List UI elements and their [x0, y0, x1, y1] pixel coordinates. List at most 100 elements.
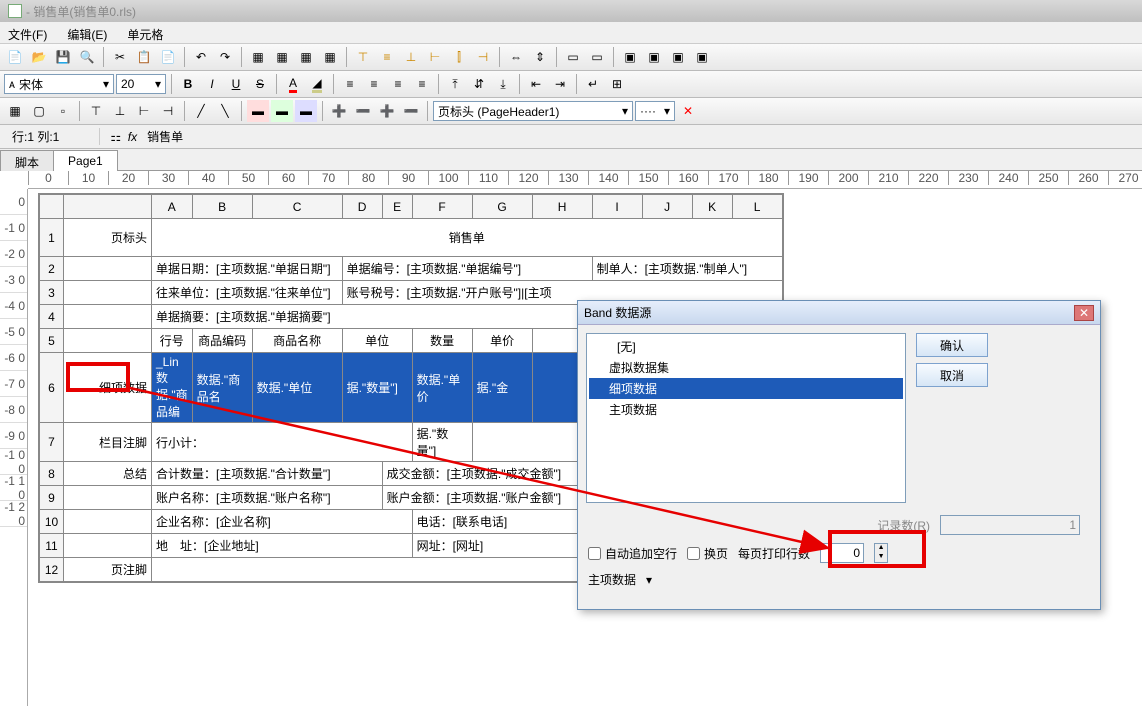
title-bar: - 销售单(销售单0.rls): [0, 0, 1142, 22]
undo-icon[interactable]: ↶: [190, 46, 212, 68]
open-icon[interactable]: 📂: [28, 46, 50, 68]
app-icon: [8, 4, 22, 18]
wrap-icon[interactable]: ↵: [582, 73, 604, 95]
fx-icon[interactable]: ⚏ fx: [110, 130, 137, 144]
align-left2-icon[interactable]: ⊢: [424, 46, 446, 68]
tree-item-detail[interactable]: 细项数据: [589, 378, 903, 399]
diag1-icon[interactable]: ╱: [190, 100, 212, 122]
auto-blank-checkbox[interactable]: 自动追加空行: [588, 545, 677, 562]
menu-bar: 文件(F) 编辑(E) 单元格: [0, 22, 1142, 44]
border-none-icon[interactable]: ▫: [52, 100, 74, 122]
cancel-button[interactable]: 取消: [916, 363, 988, 387]
formula-text[interactable]: 销售单: [147, 128, 183, 145]
border-left-icon[interactable]: ⊢: [133, 100, 155, 122]
delete-col-icon[interactable]: ➖: [400, 100, 422, 122]
record-count-input: [940, 515, 1080, 535]
menu-cell[interactable]: 单元格: [123, 24, 167, 41]
rows-spinner[interactable]: ▲▼: [874, 543, 888, 563]
new-icon[interactable]: 📄: [4, 46, 26, 68]
page-break-checkbox[interactable]: 换页: [687, 545, 728, 562]
grid4-icon[interactable]: ▦: [319, 46, 341, 68]
master-data-combo[interactable]: ▾: [646, 573, 826, 587]
valign-bot-icon[interactable]: ⤓: [492, 73, 514, 95]
align-right-icon[interactable]: ≡: [387, 73, 409, 95]
align-top-icon[interactable]: ⊤: [352, 46, 374, 68]
diag2-icon[interactable]: ╲: [214, 100, 236, 122]
border-top-icon[interactable]: ⊤: [85, 100, 107, 122]
rows-per-page-input[interactable]: [820, 543, 864, 563]
row-1: 1页标头销售单: [40, 219, 783, 257]
layer1-icon[interactable]: ▣: [619, 46, 641, 68]
delete-row-icon[interactable]: ➖: [352, 100, 374, 122]
grid1-icon[interactable]: ▦: [247, 46, 269, 68]
row-2: 2单据日期：[主项数据."单据日期"]单据编号：[主项数据."单据编号"]制单人…: [40, 257, 783, 281]
align-justify-icon[interactable]: ≡: [411, 73, 433, 95]
align-right2-icon[interactable]: ⊣: [472, 46, 494, 68]
toolbar-main: 📄 📂 💾 🔍 ✂ 📋 📄 ↶ ↷ ▦ ▦ ▦ ▦ ⊤ ≡ ⊥ ⊢ ⫿ ⊣ ⇔ …: [0, 44, 1142, 71]
toolbar-border: ▦ ▢ ▫ ⊤ ⊥ ⊢ ⊣ ╱ ╲ ▬ ▬ ▬ ➕ ➖ ➕ ➖ 页标头 (Pag…: [0, 98, 1142, 125]
border-all-icon[interactable]: ▦: [4, 100, 26, 122]
toolbar-font: ᴀ宋体▾ 20▾ B I U S A ◢ ≡ ≡ ≡ ≡ ⤒ ⇵ ⤓ ⇤ ⇥ ↵…: [0, 71, 1142, 98]
grid3-icon[interactable]: ▦: [295, 46, 317, 68]
strike-icon[interactable]: S: [249, 73, 271, 95]
bg1-icon[interactable]: ▬: [247, 100, 269, 122]
font-family-combo[interactable]: ᴀ宋体▾: [4, 74, 114, 94]
align-left-icon[interactable]: ≡: [339, 73, 361, 95]
redo-icon[interactable]: ↷: [214, 46, 236, 68]
border-out-icon[interactable]: ▢: [28, 100, 50, 122]
copy-icon[interactable]: 📋: [133, 46, 155, 68]
merge-icon[interactable]: ⊞: [606, 73, 628, 95]
save-icon[interactable]: 💾: [52, 46, 74, 68]
dialog-close-icon[interactable]: ✕: [1074, 305, 1094, 321]
indent-inc-icon[interactable]: ⇥: [549, 73, 571, 95]
group-icon[interactable]: ▭: [562, 46, 584, 68]
ruler-horizontal: 0102030405060708090100110120130140150160…: [28, 171, 1142, 189]
bg3-icon[interactable]: ▬: [295, 100, 317, 122]
valign-mid-icon[interactable]: ⇵: [468, 73, 490, 95]
layer4-icon[interactable]: ▣: [691, 46, 713, 68]
align-bot-icon[interactable]: ⊥: [400, 46, 422, 68]
ungroup-icon[interactable]: ▭: [586, 46, 608, 68]
align-center2-icon[interactable]: ⫿: [448, 46, 470, 68]
menu-edit[interactable]: 编辑(E): [63, 24, 111, 41]
datasource-tree[interactable]: [无] 虚拟数据集 细项数据 主项数据: [586, 333, 906, 503]
tab-page1[interactable]: Page1: [53, 150, 118, 171]
border-right-icon[interactable]: ⊣: [157, 100, 179, 122]
tab-script[interactable]: 脚本: [0, 150, 54, 171]
col-headers: A B C D E F G H I J K L: [40, 195, 783, 219]
paste-icon[interactable]: 📄: [157, 46, 179, 68]
font-size-combo[interactable]: 20▾: [116, 74, 166, 94]
rows-per-page-label: 每页打印行数: [738, 545, 810, 562]
band-del-icon[interactable]: ✕: [677, 100, 699, 122]
indent-dec-icon[interactable]: ⇤: [525, 73, 547, 95]
tree-item-none[interactable]: [无]: [589, 336, 903, 357]
preview-icon[interactable]: 🔍: [76, 46, 98, 68]
band-opts[interactable]: ····▾: [635, 101, 675, 121]
dialog-title: Band 数据源: [584, 304, 651, 321]
bold-icon[interactable]: B: [177, 73, 199, 95]
grid2-icon[interactable]: ▦: [271, 46, 293, 68]
bg2-icon[interactable]: ▬: [271, 100, 293, 122]
align-mid-icon[interactable]: ≡: [376, 46, 398, 68]
ok-button[interactable]: 确认: [916, 333, 988, 357]
fill-color-icon[interactable]: ◢: [306, 73, 328, 95]
align-center-icon[interactable]: ≡: [363, 73, 385, 95]
italic-icon[interactable]: I: [201, 73, 223, 95]
layer2-icon[interactable]: ▣: [643, 46, 665, 68]
border-bot-icon[interactable]: ⊥: [109, 100, 131, 122]
font-color-icon[interactable]: A: [282, 73, 304, 95]
tree-item-master[interactable]: 主项数据: [589, 399, 903, 420]
underline-icon[interactable]: U: [225, 73, 247, 95]
insert-col-icon[interactable]: ➕: [376, 100, 398, 122]
band-combo[interactable]: 页标头 (PageHeader1)▾: [433, 101, 633, 121]
cut-icon[interactable]: ✂: [109, 46, 131, 68]
master-data-label: 主项数据: [588, 571, 636, 588]
valign-top-icon[interactable]: ⤒: [444, 73, 466, 95]
tree-item-virtual[interactable]: 虚拟数据集: [589, 357, 903, 378]
dist-v-icon[interactable]: ⇕: [529, 46, 551, 68]
layer3-icon[interactable]: ▣: [667, 46, 689, 68]
insert-row-icon[interactable]: ➕: [328, 100, 350, 122]
dist-h-icon[interactable]: ⇔: [505, 46, 527, 68]
menu-file[interactable]: 文件(F): [4, 24, 51, 41]
status-row: 行:1 列:1 ⚏ fx 销售单: [0, 125, 1142, 149]
